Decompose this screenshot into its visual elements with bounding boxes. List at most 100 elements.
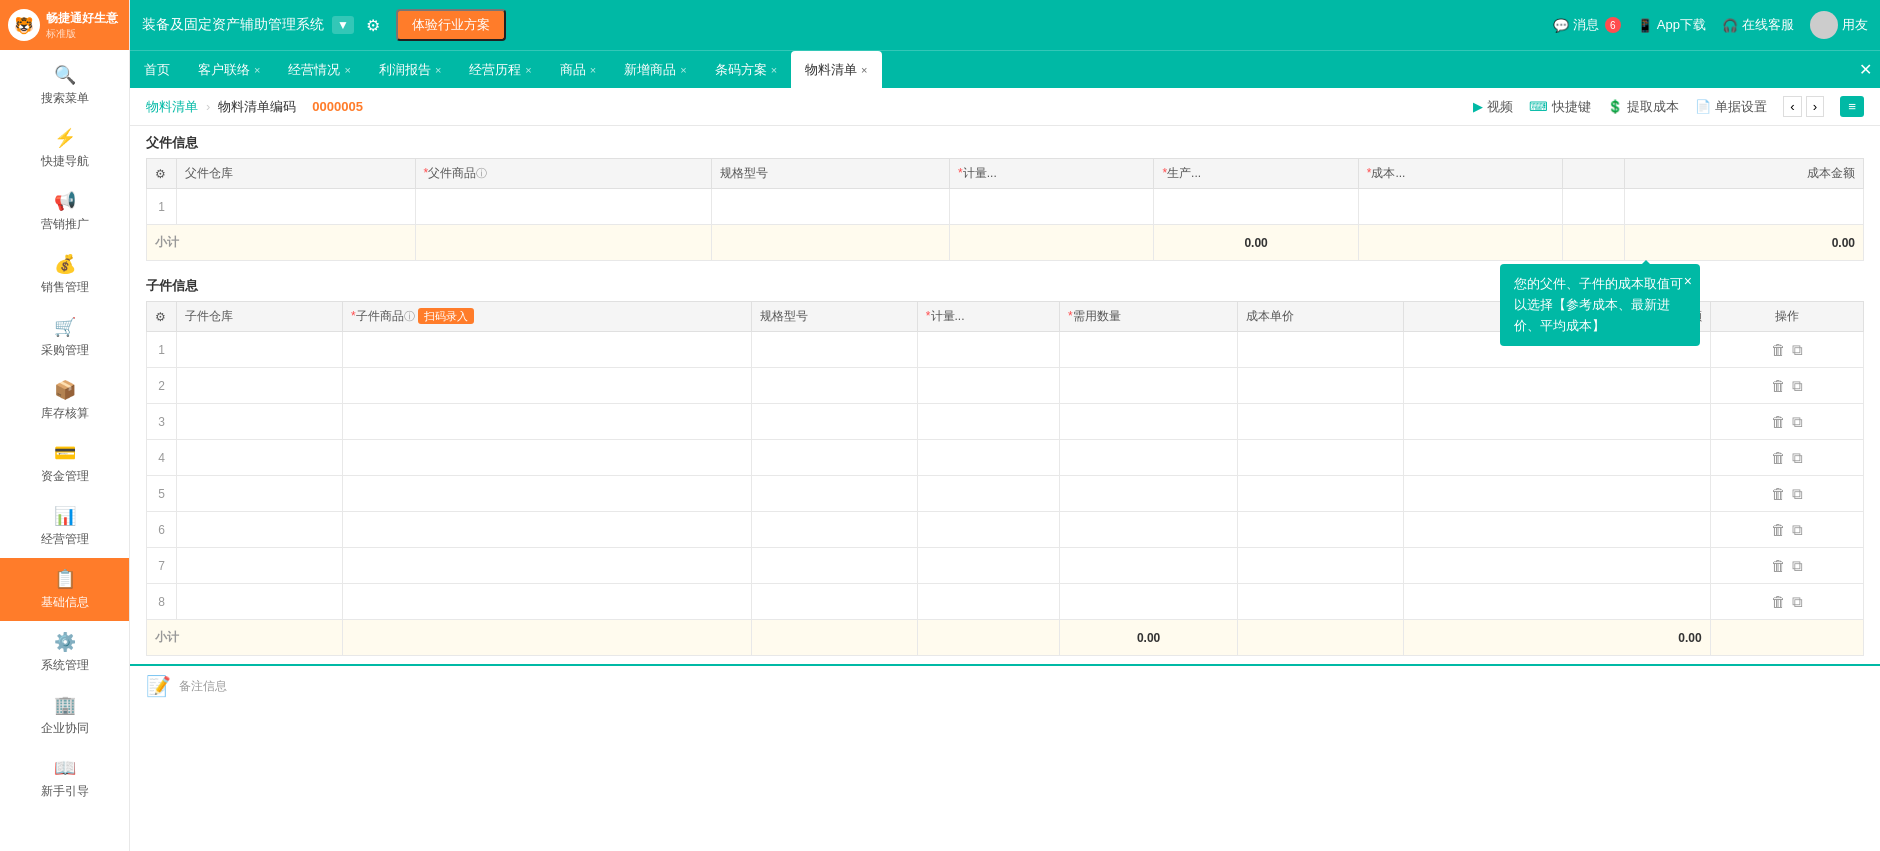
child-cell-unit-6[interactable]: [917, 512, 1059, 548]
tab-close-history[interactable]: ×: [525, 64, 531, 76]
expand-view-button[interactable]: ≡: [1840, 96, 1864, 117]
next-button[interactable]: ›: [1806, 96, 1824, 117]
child-cell-product-8[interactable]: [343, 584, 752, 620]
child-cell-spec-7[interactable]: [751, 548, 917, 584]
parent-cell-unit-1[interactable]: [950, 189, 1154, 225]
child-cell-unit-8[interactable]: [917, 584, 1059, 620]
breadcrumb-parent[interactable]: 物料清单: [146, 98, 198, 116]
child-cell-warehouse-3[interactable]: [177, 404, 343, 440]
user-menu[interactable]: 用友: [1810, 11, 1868, 39]
delete-icon-6[interactable]: 🗑: [1771, 521, 1786, 539]
sidebar-item-finance[interactable]: 💳资金管理: [0, 432, 129, 495]
expand-button[interactable]: ▼: [332, 16, 354, 34]
child-cell-unit-3[interactable]: [917, 404, 1059, 440]
copy-icon-7[interactable]: ⧉: [1792, 557, 1803, 575]
tab-profit[interactable]: 利润报告 ×: [365, 51, 455, 89]
tab-newgoods[interactable]: 新增商品 ×: [610, 51, 700, 89]
delete-icon-2[interactable]: 🗑: [1771, 377, 1786, 395]
child-cell-unit-cost-3[interactable]: [1238, 404, 1404, 440]
child-cell-unit-5[interactable]: [917, 476, 1059, 512]
parent-cell-spec-1[interactable]: [711, 189, 950, 225]
trial-button[interactable]: 体验行业方案: [396, 9, 506, 41]
sidebar-item-basic[interactable]: 📋基础信息: [0, 558, 129, 621]
child-cell-product-5[interactable]: [343, 476, 752, 512]
tab-close-customers[interactable]: ×: [254, 64, 260, 76]
child-cell-qty-6[interactable]: [1060, 512, 1238, 548]
service-action[interactable]: 🎧 在线客服: [1722, 16, 1794, 34]
tab-close-goods[interactable]: ×: [590, 64, 596, 76]
child-cell-warehouse-5[interactable]: [177, 476, 343, 512]
child-cell-spec-2[interactable]: [751, 368, 917, 404]
child-cell-warehouse-8[interactable]: [177, 584, 343, 620]
parent-cell-produce-1[interactable]: [1154, 189, 1358, 225]
tab-close-bom[interactable]: ×: [861, 64, 867, 76]
child-cell-warehouse-2[interactable]: [177, 368, 343, 404]
message-action[interactable]: 💬 消息 6: [1553, 16, 1621, 34]
app-download-action[interactable]: 📱 App下载: [1637, 16, 1706, 34]
child-cell-spec-3[interactable]: [751, 404, 917, 440]
tab-history[interactable]: 经营历程 ×: [455, 51, 545, 89]
close-all-icon[interactable]: ✕: [1859, 60, 1872, 79]
child-cell-qty-7[interactable]: [1060, 548, 1238, 584]
sidebar-item-inventory[interactable]: 📦库存核算: [0, 369, 129, 432]
sidebar-item-quicknav[interactable]: ⚡快捷导航: [0, 117, 129, 180]
delete-icon-7[interactable]: 🗑: [1771, 557, 1786, 575]
scan-badge[interactable]: 扫码录入: [418, 308, 474, 324]
parent-cell-remark-1[interactable]: [1563, 189, 1625, 225]
parent-cell-cost-1[interactable]: [1358, 189, 1562, 225]
sidebar-item-operations[interactable]: 📊经营管理: [0, 495, 129, 558]
settings-button[interactable]: 📄 单据设置: [1695, 98, 1767, 116]
parent-cell-warehouse-1[interactable]: [177, 189, 416, 225]
cost-button[interactable]: 💲 提取成本: [1607, 98, 1679, 116]
parent-col-settings[interactable]: ⚙: [147, 159, 177, 189]
child-cell-spec-8[interactable]: [751, 584, 917, 620]
tab-operations[interactable]: 经营情况 ×: [274, 51, 364, 89]
copy-icon-1[interactable]: ⧉: [1792, 341, 1803, 359]
sidebar-item-purchase[interactable]: 🛒采购管理: [0, 306, 129, 369]
copy-icon-8[interactable]: ⧉: [1792, 593, 1803, 611]
tab-close-operations[interactable]: ×: [344, 64, 350, 76]
child-cell-spec-4[interactable]: [751, 440, 917, 476]
child-cell-qty-1[interactable]: [1060, 332, 1238, 368]
child-cell-product-1[interactable]: [343, 332, 752, 368]
tab-close-barcode[interactable]: ×: [771, 64, 777, 76]
child-cell-warehouse-6[interactable]: [177, 512, 343, 548]
prev-button[interactable]: ‹: [1783, 96, 1801, 117]
copy-icon-2[interactable]: ⧉: [1792, 377, 1803, 395]
tab-close-newgoods[interactable]: ×: [680, 64, 686, 76]
shortcut-button[interactable]: ⌨ 快捷键: [1529, 98, 1591, 116]
delete-icon-4[interactable]: 🗑: [1771, 449, 1786, 467]
child-cell-unit-cost-4[interactable]: [1238, 440, 1404, 476]
child-col-settings[interactable]: ⚙: [147, 302, 177, 332]
child-cell-product-3[interactable]: [343, 404, 752, 440]
copy-icon-4[interactable]: ⧉: [1792, 449, 1803, 467]
tab-barcode[interactable]: 条码方案 ×: [701, 51, 791, 89]
child-cell-qty-5[interactable]: [1060, 476, 1238, 512]
child-cell-unit-2[interactable]: [917, 368, 1059, 404]
copy-icon-5[interactable]: ⧉: [1792, 485, 1803, 503]
gear-icon[interactable]: ⚙: [366, 16, 380, 35]
view-button[interactable]: ▶ 视频: [1473, 98, 1513, 116]
child-cell-unit-1[interactable]: [917, 332, 1059, 368]
child-cell-unit-cost-8[interactable]: [1238, 584, 1404, 620]
tab-goods[interactable]: 商品 ×: [546, 51, 610, 89]
delete-icon-5[interactable]: 🗑: [1771, 485, 1786, 503]
child-cell-qty-3[interactable]: [1060, 404, 1238, 440]
sidebar-item-system[interactable]: ⚙️系统管理: [0, 621, 129, 684]
child-cell-qty-2[interactable]: [1060, 368, 1238, 404]
copy-icon-3[interactable]: ⧉: [1792, 413, 1803, 431]
child-cell-product-6[interactable]: [343, 512, 752, 548]
child-cell-unit-cost-2[interactable]: [1238, 368, 1404, 404]
child-cell-product-4[interactable]: [343, 440, 752, 476]
child-cell-warehouse-4[interactable]: [177, 440, 343, 476]
child-cell-unit-cost-1[interactable]: [1238, 332, 1404, 368]
child-cell-spec-6[interactable]: [751, 512, 917, 548]
child-cell-qty-8[interactable]: [1060, 584, 1238, 620]
child-cell-spec-1[interactable]: [751, 332, 917, 368]
child-cell-unit-cost-6[interactable]: [1238, 512, 1404, 548]
tooltip-close-button[interactable]: ×: [1684, 270, 1692, 292]
parent-cell-product-1[interactable]: [415, 189, 711, 225]
delete-icon-1[interactable]: 🗑: [1771, 341, 1786, 359]
child-cell-warehouse-7[interactable]: [177, 548, 343, 584]
sidebar-item-guide[interactable]: 📖新手引导: [0, 747, 129, 810]
